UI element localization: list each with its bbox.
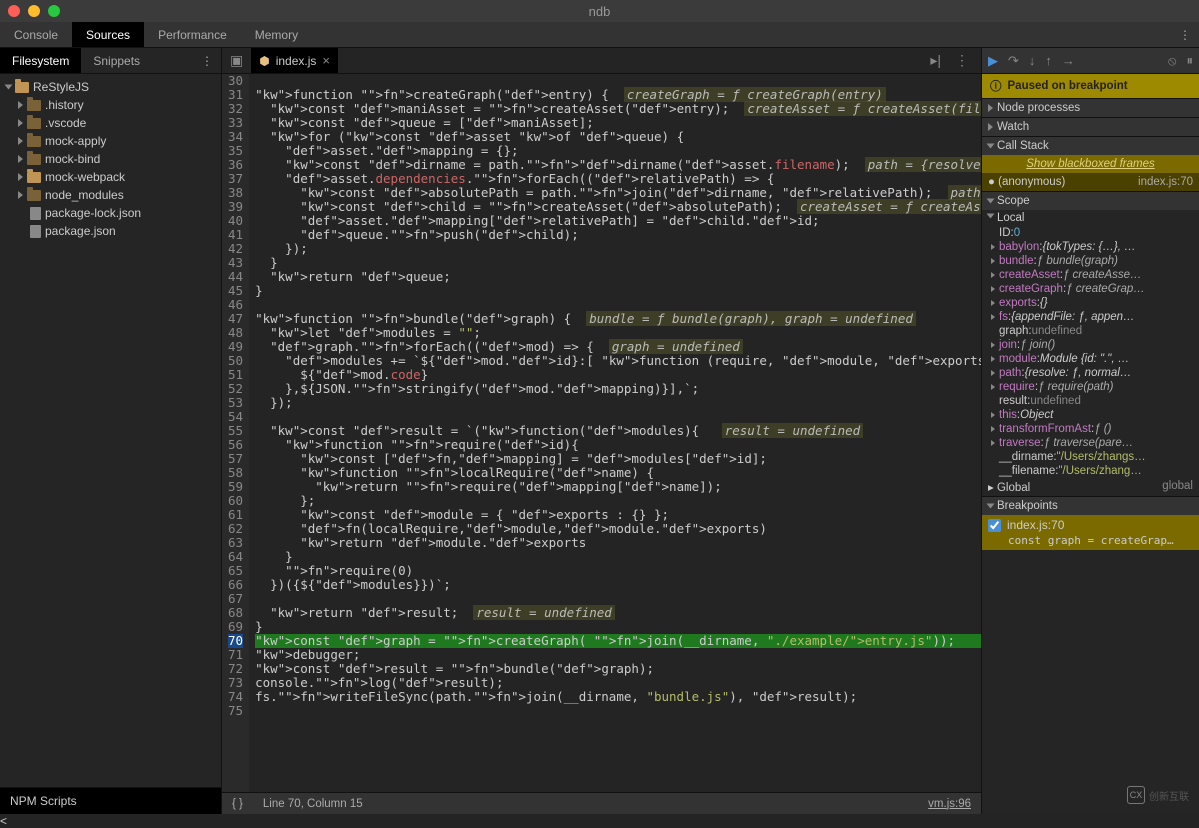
tree-folder-open[interactable]: mock-webpack xyxy=(0,168,221,186)
titlebar: ndb xyxy=(0,0,1199,22)
tree-file[interactable]: package-lock.json xyxy=(0,204,221,222)
section-scope[interactable]: Scope xyxy=(982,191,1199,210)
minimize-icon[interactable] xyxy=(28,5,40,17)
tab-performance[interactable]: Performance xyxy=(144,22,241,47)
pause-exceptions-icon[interactable]: ⏸ xyxy=(1187,53,1194,69)
section-watch[interactable]: Watch xyxy=(982,117,1199,136)
scope-var[interactable]: module: Module {id: ".", … xyxy=(982,352,1199,366)
scope-var[interactable]: __filename: "/Users/zhang… xyxy=(982,464,1199,478)
step-over-icon[interactable]: ↷ xyxy=(1008,53,1019,69)
tree-label: ReStyleJS xyxy=(33,80,89,94)
maximize-icon[interactable] xyxy=(48,5,60,17)
scope-var[interactable]: require: ƒ require(path) xyxy=(982,380,1199,394)
scope-var[interactable]: babylon: {tokTypes: {…}, … xyxy=(982,240,1199,254)
tab-sources[interactable]: Sources xyxy=(72,22,144,47)
file-tab-label: index.js xyxy=(276,54,317,68)
scope-var[interactable]: traverse: ƒ traverse(pare… xyxy=(982,436,1199,450)
resume-icon[interactable]: ▶ xyxy=(988,53,998,69)
file-tree: ReStyleJS .history.vscodemock-applymock-… xyxy=(0,74,221,787)
deactivate-breakpoints-icon[interactable]: ⦸ xyxy=(1168,53,1176,69)
sidebar-tabs: Filesystem Snippets ⋮ xyxy=(0,48,221,74)
tree-folder[interactable]: .vscode xyxy=(0,114,221,132)
code-content: "kw">function "">fn">createGraph("def">e… xyxy=(249,74,981,792)
tree-folder[interactable]: node_modules xyxy=(0,186,221,204)
tree-file[interactable]: package.json xyxy=(0,222,221,240)
more-icon[interactable]: ⋮ xyxy=(1179,28,1191,42)
window-title: ndb xyxy=(589,4,611,19)
scope-var[interactable]: createGraph: ƒ createGrap… xyxy=(982,282,1199,296)
watermark: CX创新互联 xyxy=(1127,786,1189,804)
tab-console[interactable]: Console xyxy=(0,22,72,47)
close-icon[interactable] xyxy=(8,5,20,17)
scope-var[interactable]: exports: {} xyxy=(982,296,1199,310)
line-gutter: 3031323334353637383940414243444546474849… xyxy=(222,74,249,792)
breakpoint-checkbox[interactable] xyxy=(988,519,1001,532)
nav-toggle-icon[interactable]: ▣ xyxy=(226,52,247,69)
scope-var[interactable]: result: undefined xyxy=(982,394,1199,408)
scope-var[interactable]: __dirname: "/Users/zhangs… xyxy=(982,450,1199,464)
scope-var[interactable]: fs: {appendFile: ƒ, appen… xyxy=(982,310,1199,324)
run-snippet-icon[interactable]: ▸| xyxy=(926,52,945,69)
scope-var[interactable]: bundle: ƒ bundle(graph) xyxy=(982,254,1199,268)
step-out-icon[interactable]: ↑ xyxy=(1045,53,1052,68)
step-icon[interactable]: → xyxy=(1062,53,1075,68)
paused-banner: ⓘ Paused on breakpoint xyxy=(982,74,1199,98)
step-into-icon[interactable]: ↓ xyxy=(1029,53,1036,68)
tab-memory[interactable]: Memory xyxy=(241,22,312,47)
tab-filesystem[interactable]: Filesystem xyxy=(0,48,81,73)
info-icon: ⓘ xyxy=(990,78,1002,94)
debugger-panel: ▶ ↷ ↓ ↑ → ⦸ ⏸ ⓘ Paused on breakpoint Nod… xyxy=(981,48,1199,814)
scope-var[interactable]: graph: undefined xyxy=(982,324,1199,338)
tree-folder[interactable]: mock-apply xyxy=(0,132,221,150)
folder-icon xyxy=(15,82,29,93)
sidebar-more-icon[interactable]: ⋮ xyxy=(201,54,213,68)
npm-scripts-section[interactable]: NPM Scripts xyxy=(0,787,221,814)
cursor-position: Line 70, Column 15 xyxy=(263,798,363,810)
debug-toolbar: ▶ ↷ ↓ ↑ → ⦸ ⏸ xyxy=(982,48,1199,74)
section-call-stack[interactable]: Call Stack xyxy=(982,136,1199,155)
devtools-tabs: Console Sources Performance Memory ⋮ xyxy=(0,22,1199,48)
scope-local[interactable]: Local xyxy=(982,210,1199,226)
breakpoint-item[interactable]: index.js:70 const graph = createGrap… xyxy=(982,515,1199,550)
file-tab-index-js[interactable]: ⬢ index.js × xyxy=(251,48,338,73)
tree-folder[interactable]: .history xyxy=(0,96,221,114)
window-controls xyxy=(8,5,60,17)
scope-global[interactable]: ▸ Global global xyxy=(982,478,1199,496)
chevron-down-icon xyxy=(5,85,13,90)
section-node-processes[interactable]: Node processes xyxy=(982,98,1199,117)
scope-var[interactable]: transformFromAst: ƒ () xyxy=(982,422,1199,436)
editor-tab-bar: ▣ ⬢ index.js × ▸| ⋮ xyxy=(222,48,981,74)
source-link[interactable]: vm.js:96 xyxy=(928,798,971,810)
section-breakpoints[interactable]: Breakpoints xyxy=(982,496,1199,515)
scope-var[interactable]: createAsset: ƒ createAsse… xyxy=(982,268,1199,282)
tab-snippets[interactable]: Snippets xyxy=(81,48,152,73)
scope-var[interactable]: path: {resolve: ƒ, normal… xyxy=(982,366,1199,380)
scope-var[interactable]: join: ƒ join() xyxy=(982,338,1199,352)
sidebar: Filesystem Snippets ⋮ ReStyleJS .history… xyxy=(0,48,222,814)
close-icon[interactable]: × xyxy=(322,53,330,68)
editor-area: ▣ ⬢ index.js × ▸| ⋮ 30313233343536373839… xyxy=(222,48,981,814)
more-icon[interactable]: ⋮ xyxy=(951,52,973,69)
tree-root[interactable]: ReStyleJS xyxy=(0,78,221,96)
code-editor[interactable]: 3031323334353637383940414243444546474849… xyxy=(222,74,981,792)
statusbar: { } Line 70, Column 15 vm.js:96 xyxy=(222,792,981,814)
stack-frame[interactable]: ● (anonymous) index.js:70 xyxy=(982,173,1199,191)
scope-var[interactable]: ID: 0 xyxy=(982,226,1199,240)
tree-folder[interactable]: mock-bind xyxy=(0,150,221,168)
scope-var[interactable]: this: Object xyxy=(982,408,1199,422)
blackbox-link[interactable]: Show blackboxed frames xyxy=(982,155,1199,173)
pretty-print-icon[interactable]: { } xyxy=(232,798,243,810)
